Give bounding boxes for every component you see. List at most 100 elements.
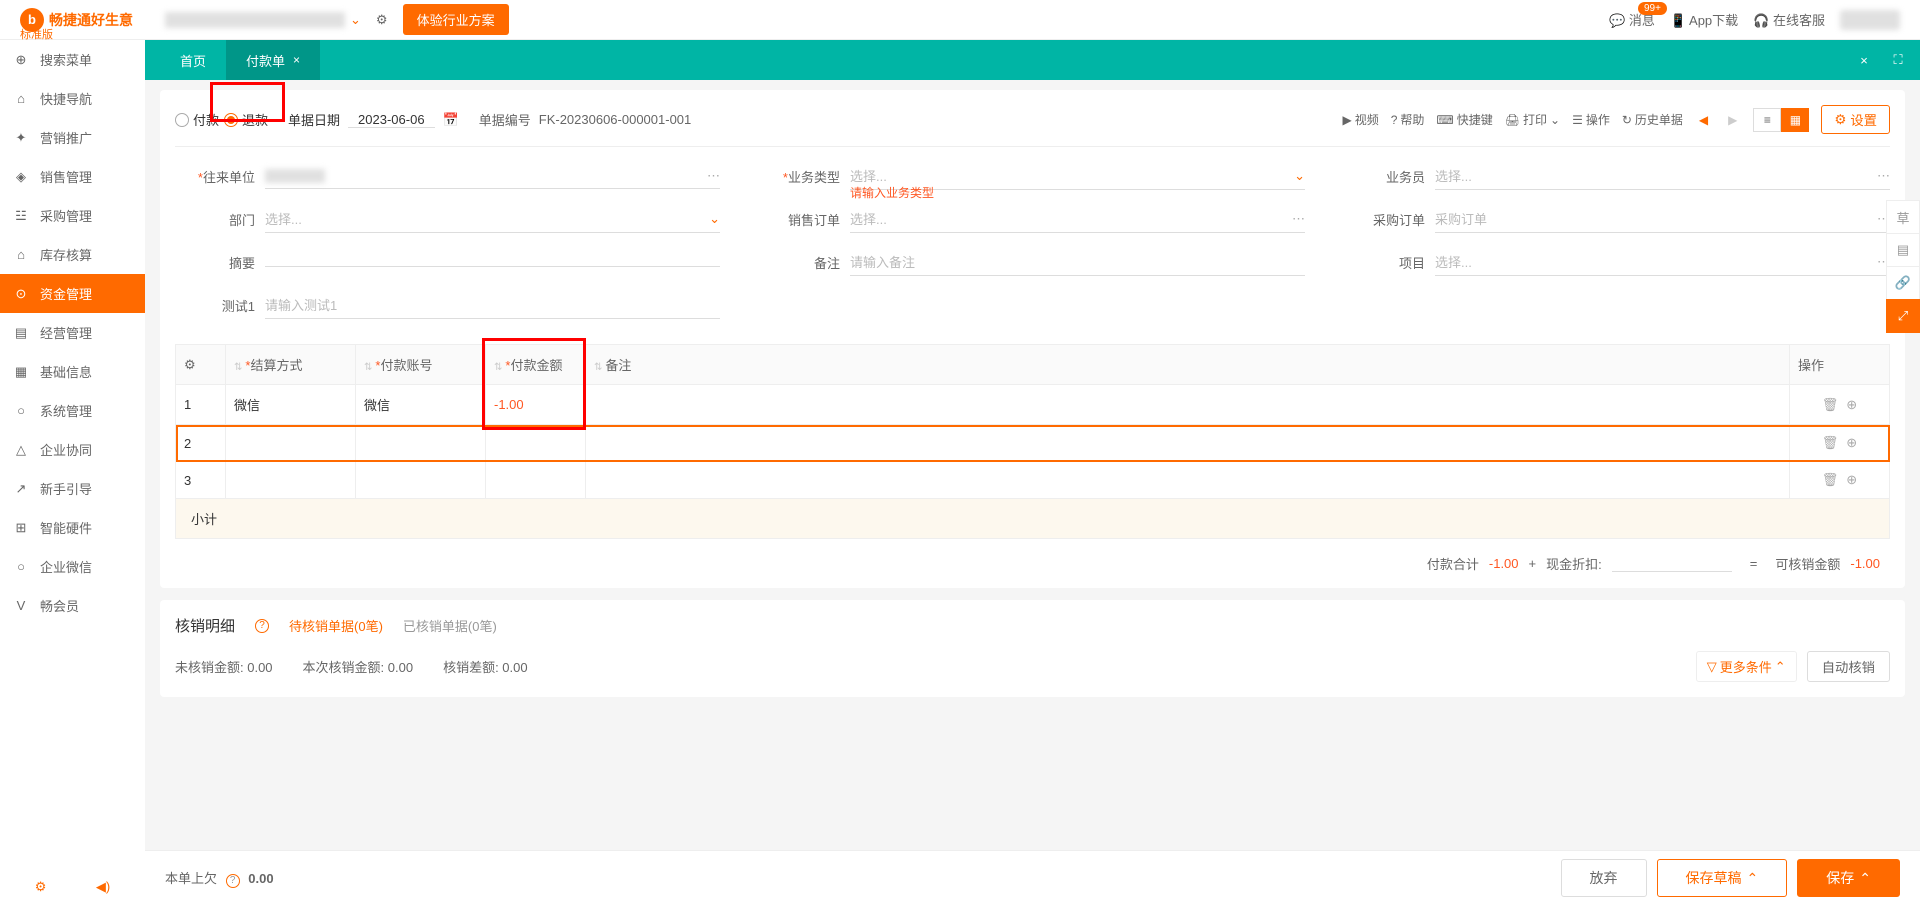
sidebar-item-business[interactable]: ▤经营管理: [0, 313, 145, 352]
salesorder-input[interactable]: 选择...⋯: [850, 205, 1305, 233]
sidebar-item-quicknav[interactable]: ⌂快捷导航: [0, 79, 145, 118]
purchorder-input[interactable]: 采购订单⋯: [1435, 205, 1890, 233]
customer-service-link[interactable]: 🎧 在线客服: [1753, 10, 1825, 29]
radio-refund[interactable]: 退款: [224, 110, 268, 129]
remark-input[interactable]: 请输入备注: [850, 248, 1305, 276]
history-link[interactable]: ↻历史单据: [1622, 111, 1683, 128]
owe-value: 0.00: [248, 871, 273, 886]
help-icon[interactable]: ?: [226, 874, 240, 888]
cell-amount[interactable]: -1.00: [486, 385, 586, 425]
cell-account[interactable]: [356, 425, 486, 462]
tab-close-all-icon[interactable]: ×: [1852, 48, 1876, 72]
prev-doc-icon[interactable]: ◀: [1695, 113, 1712, 127]
sidebar-item-purchase[interactable]: ☳采购管理: [0, 196, 145, 235]
sidebar-item-wechat[interactable]: ○企业微信: [0, 547, 145, 586]
verify-tab-done[interactable]: 已核销单据(0笔): [403, 616, 497, 635]
chevron-down-icon: ⌄: [1550, 113, 1560, 127]
table-row[interactable]: 1 微信 微信 -1.00 🗑⊕: [176, 385, 1890, 425]
chevron-up-icon: ⌃: [1747, 870, 1759, 887]
float-expand-icon[interactable]: ⤢: [1886, 299, 1920, 333]
float-template-icon[interactable]: ▤: [1886, 233, 1920, 267]
discard-button[interactable]: 放弃: [1561, 859, 1647, 897]
date-value[interactable]: 2023-06-06: [348, 112, 435, 128]
print-link[interactable]: 🖨打印⌄: [1505, 111, 1560, 128]
add-icon[interactable]: ⊕: [1846, 435, 1857, 451]
sidebar-item-basic[interactable]: ▦基础信息: [0, 352, 145, 391]
cell-remark[interactable]: [586, 385, 1790, 425]
help-link[interactable]: ?帮助: [1391, 111, 1425, 128]
biztype-input[interactable]: 选择...⌄请输入业务类型: [850, 162, 1305, 190]
add-icon[interactable]: ⊕: [1846, 397, 1857, 413]
cart-icon: ☳: [12, 207, 30, 225]
cell-method[interactable]: [226, 425, 356, 462]
wechat-icon: ○: [12, 558, 30, 576]
auto-verify-button[interactable]: 自动核销: [1807, 651, 1890, 682]
avatar[interactable]: [1840, 10, 1900, 30]
gear-icon[interactable]: ⚙: [35, 879, 47, 895]
cell-remark[interactable]: [586, 425, 1790, 462]
gear-icon[interactable]: ⚙: [376, 12, 388, 28]
save-draft-button[interactable]: 保存草稿⌃: [1657, 859, 1788, 897]
dept-input[interactable]: 选择...⌄: [265, 205, 720, 233]
sidebar-item-system[interactable]: ○系统管理: [0, 391, 145, 430]
sidebar-item-finance[interactable]: ⊙资金管理: [0, 274, 145, 313]
summary-input[interactable]: [265, 258, 720, 267]
bottom-bar: 本单上欠 ? 0.00 放弃 保存草稿⌃ 保存⌃: [145, 850, 1920, 905]
more-conditions-button[interactable]: ▽更多条件⌃: [1696, 651, 1797, 682]
fullscreen-icon[interactable]: ⛶: [1886, 48, 1910, 72]
company-selector[interactable]: ⌄: [165, 12, 361, 28]
delete-icon[interactable]: 🗑: [1822, 397, 1839, 413]
save-button[interactable]: 保存⌃: [1797, 859, 1900, 897]
customer-input[interactable]: ⋯: [265, 164, 720, 189]
float-attach-icon[interactable]: 🔗: [1886, 266, 1920, 300]
float-draft-icon[interactable]: 草: [1886, 200, 1920, 234]
cell-account[interactable]: [356, 462, 486, 499]
delete-icon[interactable]: 🗑: [1822, 435, 1839, 451]
sidebar-item-sales[interactable]: ◈销售管理: [0, 157, 145, 196]
cell-method[interactable]: 微信: [226, 385, 356, 425]
logo-text: 畅捷通好生意: [49, 10, 133, 30]
cell-amount[interactable]: [486, 425, 586, 462]
sidebar-item-collab[interactable]: △企业协同: [0, 430, 145, 469]
verify-tab-pending[interactable]: 待核销单据(0笔): [289, 616, 383, 635]
app-download-link[interactable]: 📱 App下载: [1670, 10, 1738, 29]
experience-button[interactable]: 体验行业方案: [403, 4, 509, 35]
view-card-icon[interactable]: ▦: [1781, 108, 1809, 132]
sidebar-item-inventory[interactable]: ⌂库存核算: [0, 235, 145, 274]
sidebar-item-hardware[interactable]: ⊞智能硬件: [0, 508, 145, 547]
table-row[interactable]: 2 🗑⊕: [176, 425, 1890, 462]
shortcut-link[interactable]: ⌨快捷键: [1436, 111, 1492, 128]
cell-account[interactable]: 微信: [356, 385, 486, 425]
radio-payment[interactable]: 付款: [175, 110, 219, 129]
cell-method[interactable]: [226, 462, 356, 499]
sidebar-item-member[interactable]: V畅会员: [0, 586, 145, 625]
print-icon: 🖨: [1505, 113, 1520, 127]
view-list-icon[interactable]: ≡: [1753, 108, 1781, 132]
tab-payment[interactable]: 付款单 ×: [226, 40, 320, 80]
operate-link[interactable]: ☰操作: [1572, 111, 1610, 128]
project-input[interactable]: 选择...⋯: [1435, 248, 1890, 276]
discount-input[interactable]: [1612, 556, 1732, 572]
collapse-icon[interactable]: ◀): [96, 879, 110, 895]
add-icon[interactable]: ⊕: [1846, 472, 1857, 488]
test1-input[interactable]: 请输入测试1: [265, 291, 720, 319]
tab-home[interactable]: 首页: [160, 40, 226, 80]
setting-button[interactable]: ⚙设置: [1821, 105, 1890, 134]
sidebar-item-search[interactable]: ⊕搜索菜单: [0, 40, 145, 79]
calendar-icon[interactable]: 📅: [443, 112, 459, 128]
cell-amount[interactable]: [486, 462, 586, 499]
video-link[interactable]: ▶视频: [1342, 111, 1378, 128]
messages-link[interactable]: 💬 消息 99+: [1609, 10, 1655, 29]
table-row[interactable]: 3 🗑⊕: [176, 462, 1890, 499]
sidebar-item-guide[interactable]: ↗新手引导: [0, 469, 145, 508]
next-doc-icon[interactable]: ▶: [1724, 113, 1741, 127]
help-icon[interactable]: ?: [255, 619, 269, 633]
clerk-input[interactable]: 选择...⋯: [1435, 162, 1890, 190]
home-icon: ⌂: [12, 90, 30, 108]
gear-icon[interactable]: ⚙: [184, 357, 196, 372]
tab-bar: 首页 付款单 × × ⛶: [145, 40, 1920, 80]
sidebar-item-marketing[interactable]: ✦营销推广: [0, 118, 145, 157]
close-icon[interactable]: ×: [293, 53, 300, 67]
delete-icon[interactable]: 🗑: [1822, 472, 1839, 488]
cell-remark[interactable]: [586, 462, 1790, 499]
